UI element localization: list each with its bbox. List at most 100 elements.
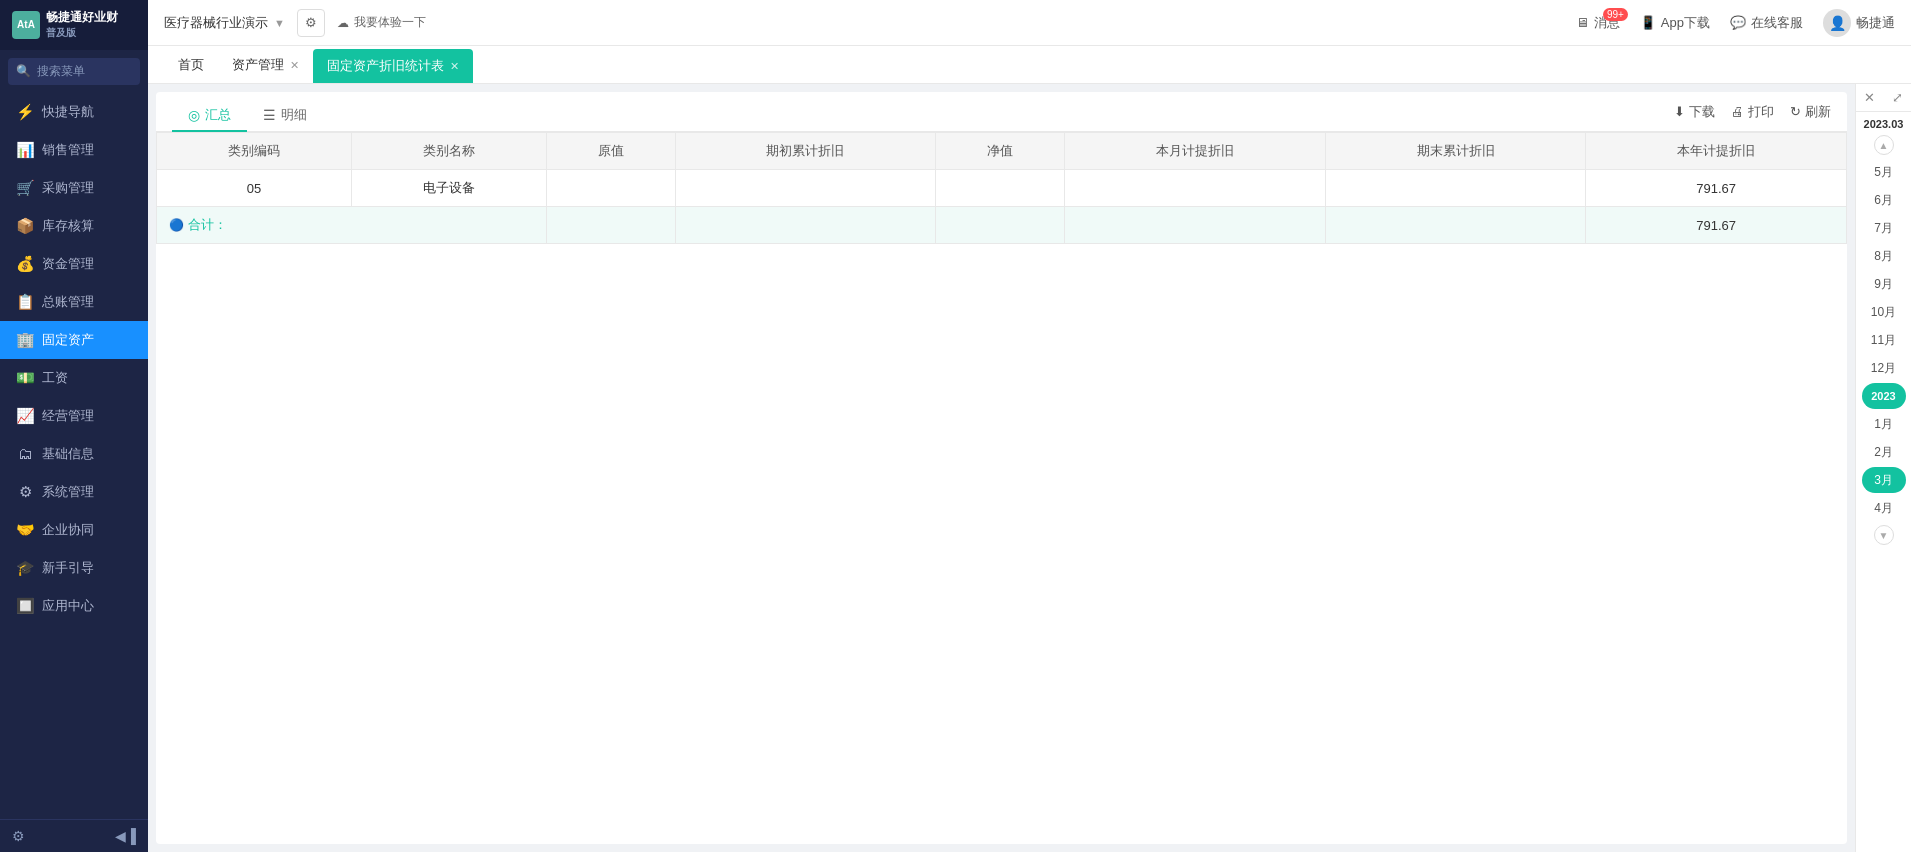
app-name: 畅捷通好业财 [46, 10, 118, 26]
right-date-panel: ✕ ⤢ 2023.03 ▲ 5月 6月 7月 8月 9月 10月 11月 12月… [1855, 84, 1911, 852]
guide-icon: 🎓 [16, 559, 34, 577]
cell-net-value [936, 170, 1065, 207]
company-dropdown-arrow: ▼ [274, 17, 285, 29]
month-3-label: 3月 [1874, 472, 1893, 489]
topbar-right: 🖥 消息 99+ 📱 App下载 💬 在线客服 👤 畅捷通 [1576, 9, 1895, 37]
search-menu-button[interactable]: 🔍 搜索菜单 [8, 58, 140, 85]
sidebar-item-enterprise[interactable]: 🤝 企业协同 [0, 511, 148, 549]
sidebar-item-purchase[interactable]: 🛒 采购管理 [0, 169, 148, 207]
download-icon: ⬇ [1674, 104, 1685, 119]
print-label: 打印 [1748, 103, 1774, 121]
sidebar-item-label: 库存核算 [42, 217, 94, 235]
purchase-icon: 🛒 [16, 179, 34, 197]
refresh-label: 刷新 [1805, 103, 1831, 121]
tab-depreciation[interactable]: 固定资产折旧统计表 ✕ [313, 49, 473, 83]
col-annual-depreciation: 本年计提折旧 [1586, 133, 1847, 170]
sidebar-item-payroll[interactable]: 💵 工资 [0, 359, 148, 397]
asset-mgmt-tab-label: 资产管理 [232, 56, 284, 74]
enterprise-icon: 🤝 [16, 521, 34, 539]
depreciation-table: 类别编码 类别名称 原值 期初累计折旧 净值 本月计提折旧 期末累计折旧 本年计… [156, 132, 1847, 244]
tab-home[interactable]: 首页 [164, 49, 218, 83]
close-depreciation-tab-icon[interactable]: ✕ [450, 60, 459, 73]
scroll-down-button[interactable]: ▼ [1874, 525, 1894, 545]
logo-text-wrap: 畅捷通好业财 普及版 [46, 10, 118, 40]
app-download-button[interactable]: 📱 App下载 [1640, 14, 1710, 32]
month-5-label: 5月 [1874, 164, 1893, 181]
month-item-8[interactable]: 8月 [1862, 243, 1906, 269]
sidebar-item-guide[interactable]: 🎓 新手引导 [0, 549, 148, 587]
sidebar-item-inventory[interactable]: 📦 库存核算 [0, 207, 148, 245]
print-button[interactable]: 🖨 打印 [1731, 103, 1774, 121]
col-code: 类别编码 [157, 133, 352, 170]
user-profile-button[interactable]: 👤 畅捷通 [1823, 9, 1895, 37]
cell-beginning-accumulated [675, 170, 936, 207]
system-icon: ⚙ [16, 483, 34, 501]
panel-close-button[interactable]: ✕ [1860, 88, 1879, 107]
sidebar-item-label: 系统管理 [42, 483, 94, 501]
collapse-sidebar-icon[interactable]: ◀▐ [115, 828, 136, 844]
settings-footer-icon[interactable]: ⚙ [12, 828, 25, 844]
sidebar-item-fixed-assets[interactable]: 🏢 固定资产 [0, 321, 148, 359]
cloud-icon: ☁ [337, 16, 349, 30]
panel-expand-button[interactable]: ⤢ [1888, 88, 1907, 107]
sidebar: AtA 畅捷通好业财 普及版 🔍 搜索菜单 ⚡ 快捷导航 📊 销售管理 🛒 采购… [0, 0, 148, 852]
download-button[interactable]: ⬇ 下载 [1674, 103, 1715, 121]
sidebar-item-funds[interactable]: 💰 资金管理 [0, 245, 148, 283]
sidebar-item-quick-nav[interactable]: ⚡ 快捷导航 [0, 93, 148, 131]
subtab-summary[interactable]: ◎ 汇总 [172, 100, 247, 132]
month-item-10[interactable]: 10月 [1862, 299, 1906, 325]
month-4-label: 4月 [1874, 500, 1893, 517]
month-item-5[interactable]: 5月 [1862, 159, 1906, 185]
cell-code: 05 [157, 170, 352, 207]
col-ending-accumulated: 期末累计折旧 [1325, 133, 1586, 170]
user-name: 畅捷通 [1856, 14, 1895, 32]
sidebar-item-label: 快捷导航 [42, 103, 94, 121]
month-item-7[interactable]: 7月 [1862, 215, 1906, 241]
month-2-label: 2月 [1874, 444, 1893, 461]
year-period-label: 2023.03 [1864, 112, 1904, 132]
subtab-detail[interactable]: ☰ 明细 [247, 100, 323, 132]
message-button[interactable]: 🖥 消息 99+ [1576, 14, 1620, 32]
sidebar-item-ledger[interactable]: 📋 总账管理 [0, 283, 148, 321]
fixed-assets-icon: 🏢 [16, 331, 34, 349]
sidebar-item-system[interactable]: ⚙ 系统管理 [0, 473, 148, 511]
month-item-9[interactable]: 9月 [1862, 271, 1906, 297]
scroll-up-button[interactable]: ▲ [1874, 135, 1894, 155]
col-name: 类别名称 [351, 133, 546, 170]
close-asset-mgmt-tab-icon[interactable]: ✕ [290, 59, 299, 72]
month-10-label: 10月 [1871, 304, 1896, 321]
month-1-label: 1月 [1874, 416, 1893, 433]
month-item-3-current[interactable]: 3月 [1862, 467, 1906, 493]
sidebar-item-apps[interactable]: 🔲 应用中心 [0, 587, 148, 625]
month-item-12[interactable]: 12月 [1862, 355, 1906, 381]
operations-icon: 📈 [16, 407, 34, 425]
month-11-label: 11月 [1871, 332, 1896, 349]
sidebar-item-operations[interactable]: 📈 经营管理 [0, 397, 148, 435]
year-tag-2023[interactable]: 2023 [1862, 383, 1906, 409]
month-item-6[interactable]: 6月 [1862, 187, 1906, 213]
month-item-4[interactable]: 4月 [1862, 495, 1906, 521]
online-service-button[interactable]: 💬 在线客服 [1730, 14, 1803, 32]
month-item-11[interactable]: 11月 [1862, 327, 1906, 353]
sidebar-item-basic-info[interactable]: 🗂 基础信息 [0, 435, 148, 473]
col-net-value: 净值 [936, 133, 1065, 170]
depreciation-tab-label: 固定资产折旧统计表 [327, 57, 444, 75]
total-label-cell: 🔵 合计： [157, 207, 547, 244]
app-download-icon: 📱 [1640, 15, 1656, 30]
main-area: 医疗器械行业演示 ▼ ⚙ ☁ 我要体验一下 🖥 消息 99+ 📱 App下载 💬… [148, 0, 1911, 852]
topbar: 医疗器械行业演示 ▼ ⚙ ☁ 我要体验一下 🖥 消息 99+ 📱 App下载 💬… [148, 0, 1911, 46]
total-original [546, 207, 675, 244]
sidebar-item-sales[interactable]: 📊 销售管理 [0, 131, 148, 169]
experience-button[interactable]: ☁ 我要体验一下 [337, 14, 426, 31]
service-label: 在线客服 [1751, 14, 1803, 32]
refresh-button[interactable]: ↻ 刷新 [1790, 103, 1831, 121]
month-item-1[interactable]: 1月 [1862, 411, 1906, 437]
sidebar-item-label: 资金管理 [42, 255, 94, 273]
company-selector[interactable]: 医疗器械行业演示 ▼ [164, 14, 285, 32]
logo-icon: AtA [12, 11, 40, 39]
app-version: 普及版 [46, 26, 118, 40]
topbar-settings-button[interactable]: ⚙ [297, 9, 325, 37]
tab-asset-mgmt[interactable]: 资产管理 ✕ [218, 49, 313, 83]
month-item-2[interactable]: 2月 [1862, 439, 1906, 465]
tabbar: 首页 资产管理 ✕ 固定资产折旧统计表 ✕ [148, 46, 1911, 84]
